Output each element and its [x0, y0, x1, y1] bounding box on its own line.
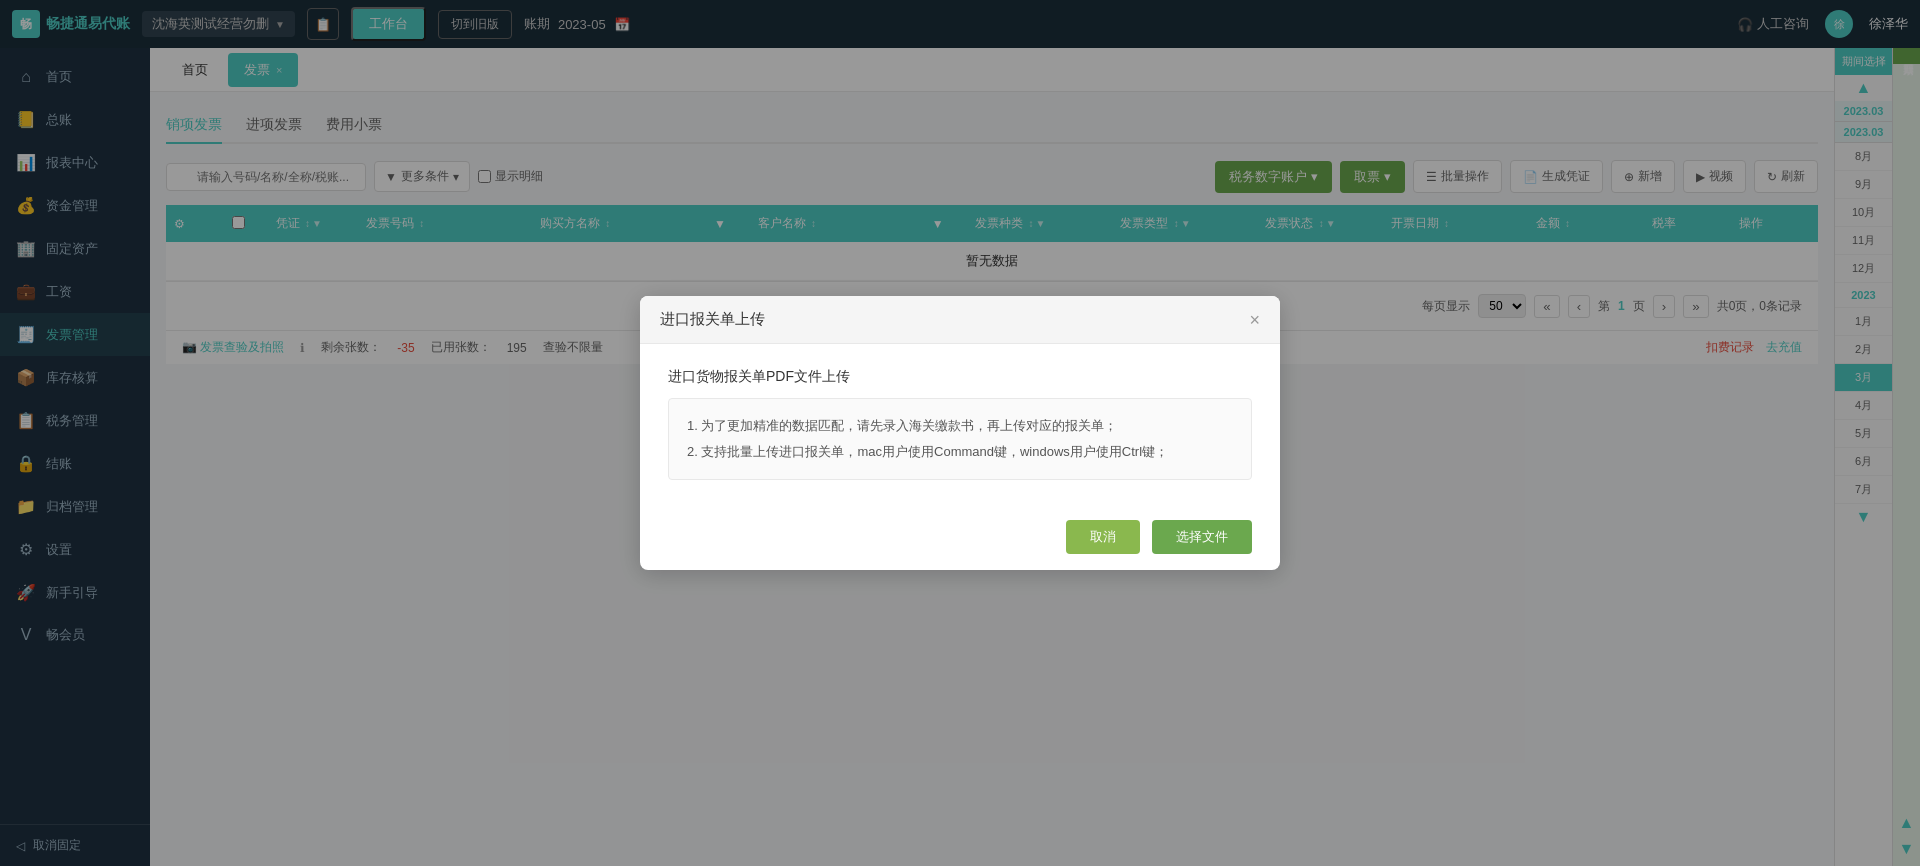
modal-header: 进口报关单上传 ×: [640, 296, 1280, 344]
modal-footer: 取消 选择文件: [640, 504, 1280, 570]
modal-info-item-2: 2. 支持批量上传进口报关单，mac用户使用Command键，windows用户…: [687, 439, 1233, 465]
import-modal: 进口报关单上传 × 进口货物报关单PDF文件上传 1. 为了更加精准的数据匹配，…: [640, 296, 1280, 570]
modal-info-item-1: 1. 为了更加精准的数据匹配，请先录入海关缴款书，再上传对应的报关单；: [687, 413, 1233, 439]
modal-select-file-button[interactable]: 选择文件: [1152, 520, 1252, 554]
modal-info-box: 1. 为了更加精准的数据匹配，请先录入海关缴款书，再上传对应的报关单； 2. 支…: [668, 398, 1252, 480]
modal-body: 进口货物报关单PDF文件上传 1. 为了更加精准的数据匹配，请先录入海关缴款书，…: [640, 344, 1280, 504]
modal-section-title: 进口货物报关单PDF文件上传: [668, 368, 1252, 386]
modal-title: 进口报关单上传: [660, 310, 765, 329]
modal-overlay[interactable]: 进口报关单上传 × 进口货物报关单PDF文件上传 1. 为了更加精准的数据匹配，…: [0, 0, 1920, 866]
modal-cancel-button[interactable]: 取消: [1066, 520, 1140, 554]
modal-close-button[interactable]: ×: [1249, 311, 1260, 329]
